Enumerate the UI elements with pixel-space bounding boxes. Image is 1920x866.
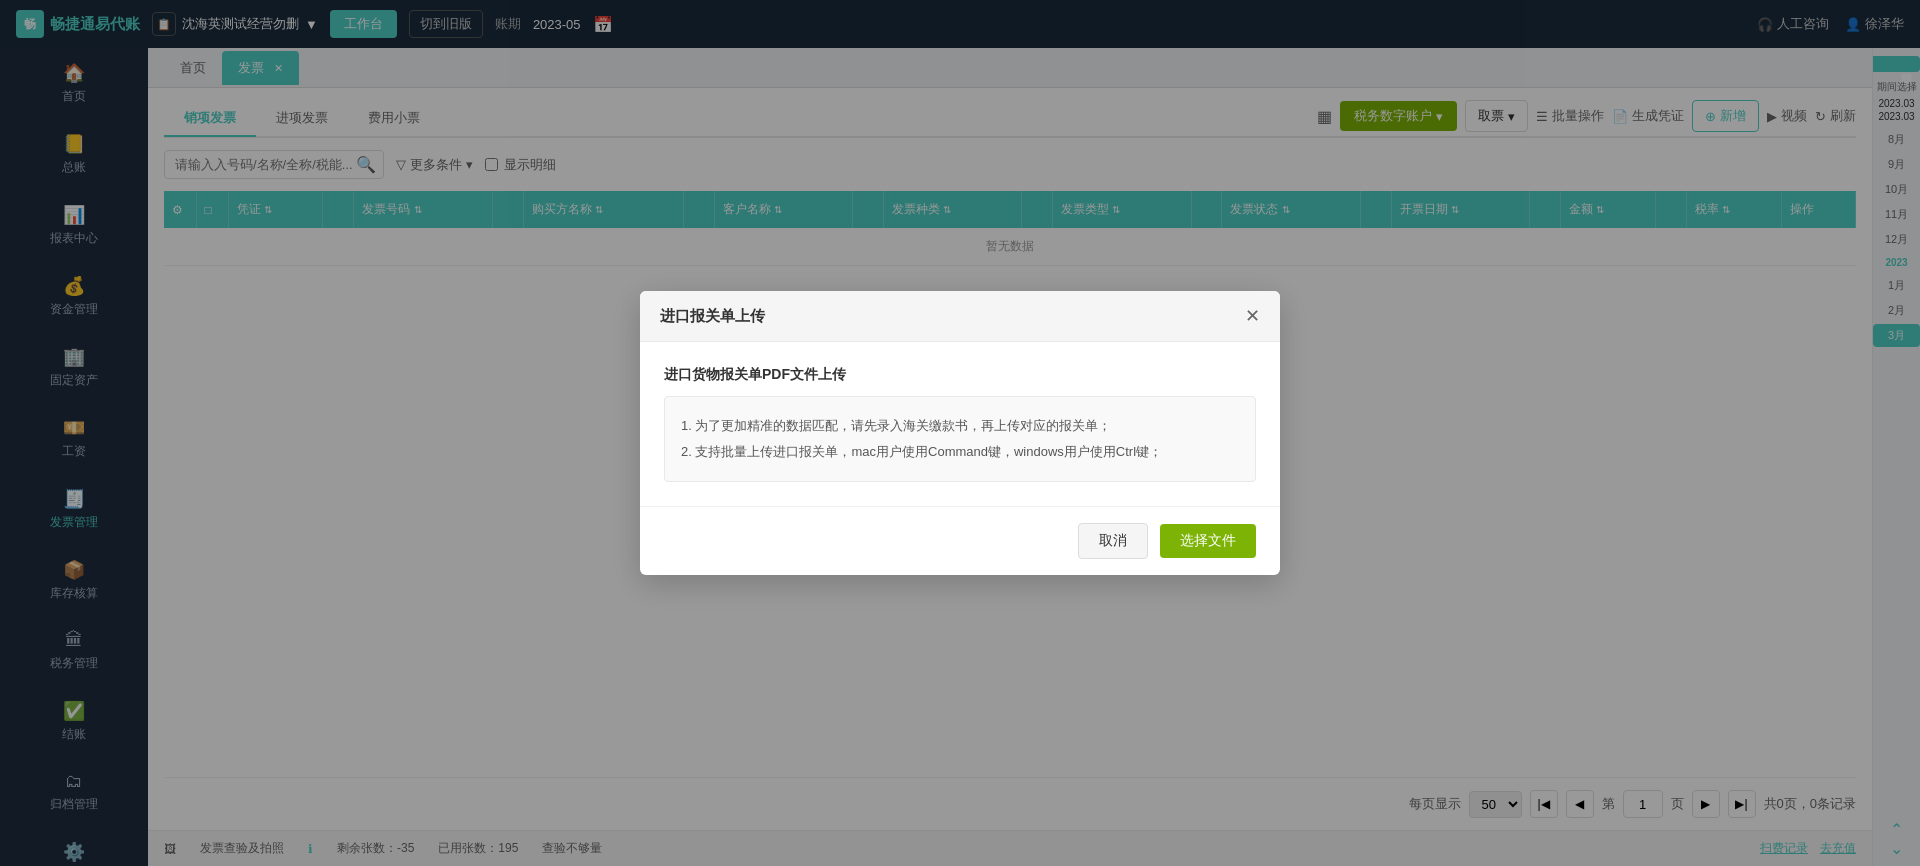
modal-title: 进口报关单上传 [660,307,765,326]
modal-header: 进口报关单上传 ✕ [640,291,1280,342]
modal-footer: 取消 选择文件 [640,506,1280,575]
modal-info-box: 1. 为了更加精准的数据匹配，请先录入海关缴款书，再上传对应的报关单； 2. 支… [664,396,1256,482]
cancel-button[interactable]: 取消 [1078,523,1148,559]
modal-info-line-1: 1. 为了更加精准的数据匹配，请先录入海关缴款书，再上传对应的报关单； [681,413,1239,439]
modal-section-title: 进口货物报关单PDF文件上传 [664,366,1256,384]
modal-body: 进口货物报关单PDF文件上传 1. 为了更加精准的数据匹配，请先录入海关缴款书，… [640,342,1280,506]
modal-close-button[interactable]: ✕ [1245,305,1260,327]
modal-overlay: 进口报关单上传 ✕ 进口货物报关单PDF文件上传 1. 为了更加精准的数据匹配，… [0,0,1920,866]
modal-info-line-2: 2. 支持批量上传进口报关单，mac用户使用Command键，windows用户… [681,439,1239,465]
select-file-button[interactable]: 选择文件 [1160,524,1256,558]
import-modal: 进口报关单上传 ✕ 进口货物报关单PDF文件上传 1. 为了更加精准的数据匹配，… [640,291,1280,575]
